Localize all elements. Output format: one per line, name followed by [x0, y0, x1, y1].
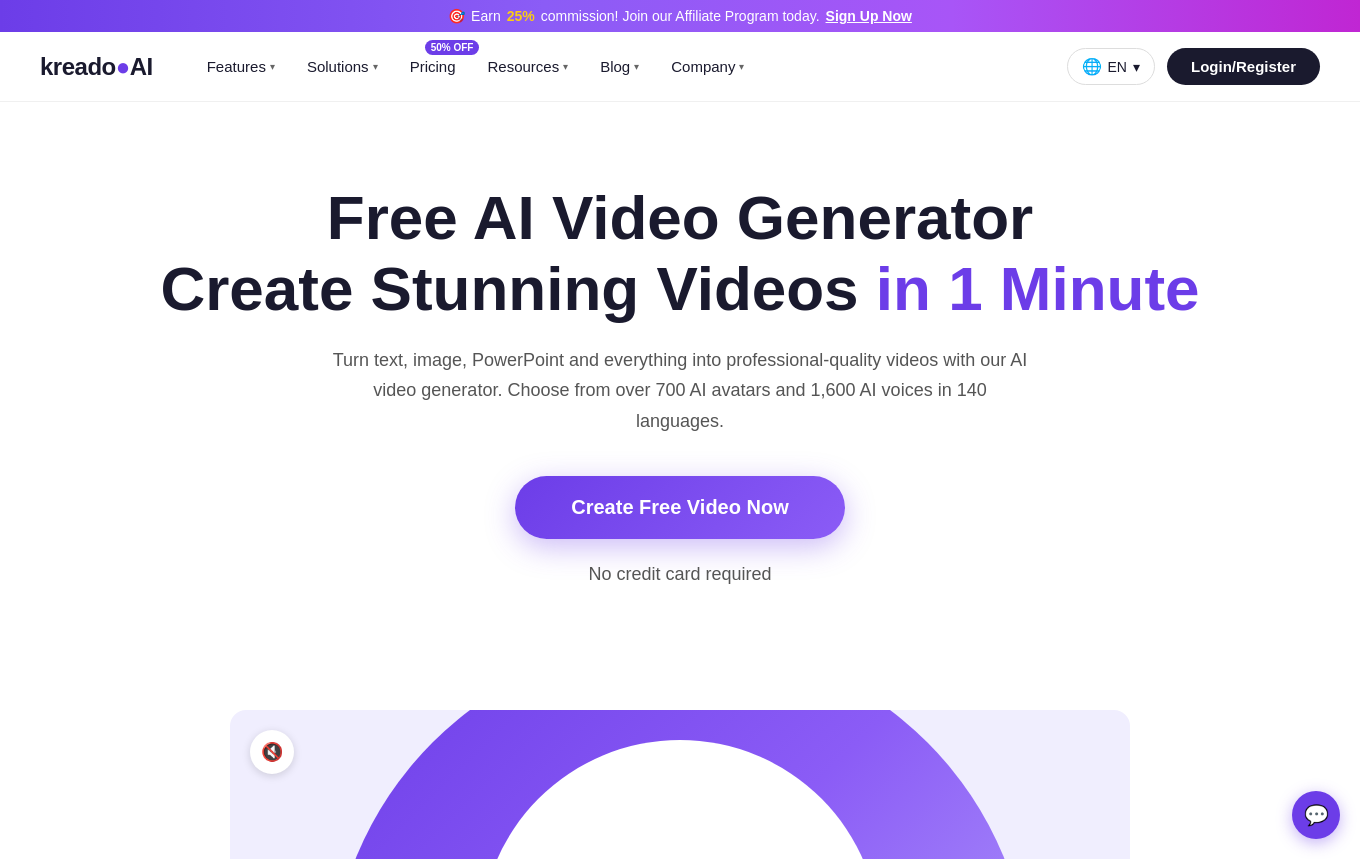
mute-button[interactable]: 🔇: [250, 730, 294, 774]
banner-icon: 🎯: [448, 8, 465, 24]
navbar: kreado●AI Features ▾ Solutions ▾ Pricing…: [0, 32, 1360, 102]
globe-icon: 🌐: [1082, 57, 1102, 76]
hero-title-line2-normal: Create Stunning Videos: [160, 254, 875, 323]
hero-description: Turn text, image, PowerPoint and everyth…: [330, 345, 1030, 437]
nav-item-company[interactable]: Company ▾: [657, 50, 758, 83]
chevron-down-icon: ▾: [270, 61, 275, 72]
chevron-down-icon: ▾: [373, 61, 378, 72]
pricing-badge: 50% OFF: [425, 40, 480, 55]
top-banner: 🎯 Earn 25% commission! Join our Affiliat…: [0, 0, 1360, 32]
language-selector[interactable]: 🌐 EN ▾: [1067, 48, 1155, 85]
logo-text: kreado●AI: [40, 53, 153, 81]
chevron-down-icon: ▾: [563, 61, 568, 72]
video-section: 🔇: [230, 710, 1130, 859]
nav-item-blog[interactable]: Blog ▾: [586, 50, 653, 83]
nav-label-company: Company: [671, 58, 735, 75]
nav-links: Features ▾ Solutions ▾ Pricing 50% OFF R…: [193, 50, 1067, 83]
logo[interactable]: kreado●AI: [40, 53, 153, 81]
nav-item-pricing[interactable]: Pricing 50% OFF: [396, 50, 470, 83]
nav-item-features[interactable]: Features ▾: [193, 50, 289, 83]
hero-title: Free AI Video Generator Create Stunning …: [20, 182, 1340, 325]
no-credit-card-text: No credit card required: [330, 559, 1030, 590]
hero-section: Free AI Video Generator Create Stunning …: [0, 102, 1360, 670]
chevron-down-icon: ▾: [634, 61, 639, 72]
chat-icon: 💬: [1304, 803, 1329, 827]
chevron-down-icon: ▾: [1133, 59, 1140, 75]
nav-label-solutions: Solutions: [307, 58, 369, 75]
nav-item-solutions[interactable]: Solutions ▾: [293, 50, 392, 83]
hero-title-line1: Free AI Video Generator: [327, 183, 1033, 252]
nav-label-resources: Resources: [487, 58, 559, 75]
banner-highlight: 25%: [507, 8, 535, 24]
chat-support-button[interactable]: 💬: [1292, 791, 1340, 839]
banner-signup-link[interactable]: Sign Up Now: [826, 8, 912, 24]
nav-label-blog: Blog: [600, 58, 630, 75]
hero-title-line2-purple: in 1 Minute: [876, 254, 1200, 323]
nav-right: 🌐 EN ▾ Login/Register: [1067, 48, 1320, 85]
banner-pre-text: Earn: [471, 8, 501, 24]
nav-label-features: Features: [207, 58, 266, 75]
mute-icon: 🔇: [261, 741, 283, 763]
chevron-down-icon: ▾: [739, 61, 744, 72]
nav-item-resources[interactable]: Resources ▾: [473, 50, 582, 83]
login-register-button[interactable]: Login/Register: [1167, 48, 1320, 85]
nav-label-pricing: Pricing: [410, 58, 456, 75]
create-free-video-button[interactable]: Create Free Video Now: [515, 476, 844, 539]
banner-post-text: commission! Join our Affiliate Program t…: [541, 8, 820, 24]
video-arch: [230, 710, 1130, 859]
lang-label: EN: [1108, 59, 1127, 75]
